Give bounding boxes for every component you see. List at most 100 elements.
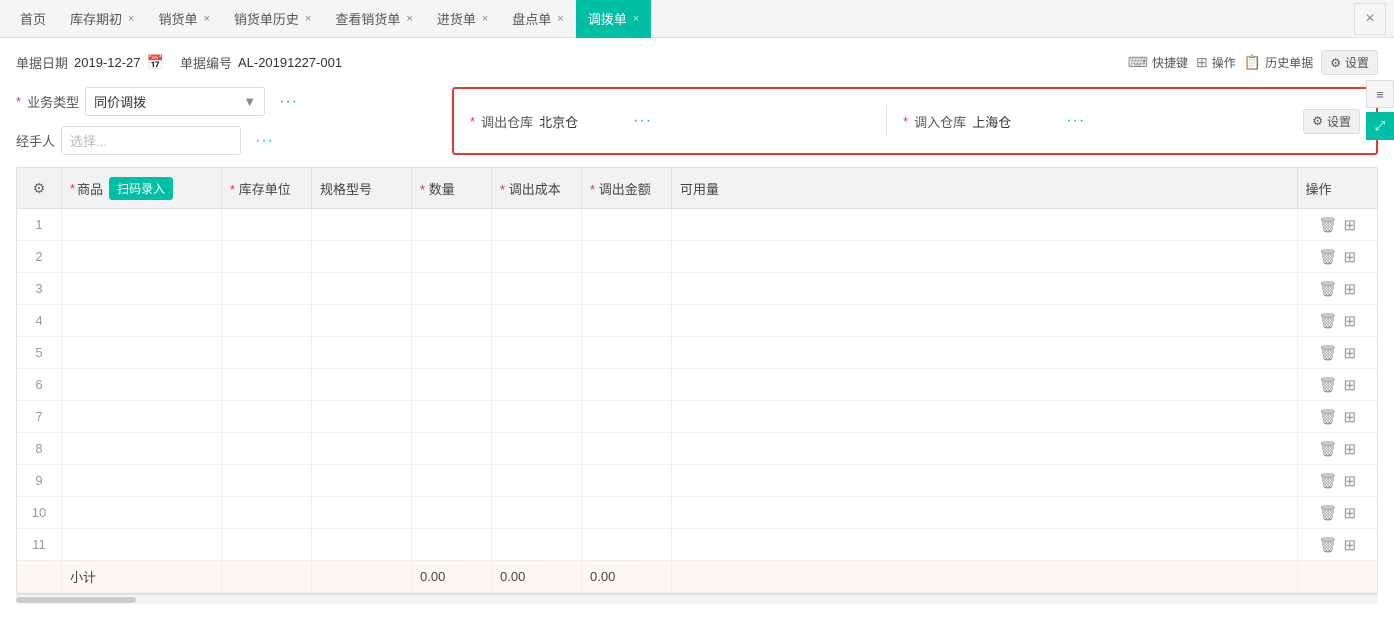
row-unit-1[interactable]: [222, 209, 312, 241]
warehouse-box: * 调出仓库 北京仓 ··· * 调入仓库 上海仓 ··· ⚙ 设置: [452, 87, 1378, 155]
th-cost: * 调出成本: [492, 168, 582, 209]
th-product: * 商品 扫码录入: [62, 168, 222, 209]
row-amount-1[interactable]: [582, 209, 672, 241]
copy-icon-11[interactable]: ⊞: [1343, 536, 1356, 554]
shortcuts-button[interactable]: ⌨ 快捷键: [1128, 54, 1188, 71]
delete-icon-10[interactable]: 🗑: [1318, 504, 1337, 522]
delete-icon-6[interactable]: 🗑: [1318, 376, 1337, 394]
copy-icon-7[interactable]: ⊞: [1343, 408, 1356, 426]
tab-purchase-order[interactable]: 进货单 ×: [425, 0, 500, 38]
copy-icon-6[interactable]: ⊞: [1343, 376, 1356, 394]
table-row: 10 🗑⊞: [17, 497, 1377, 529]
delete-icon-4[interactable]: 🗑: [1318, 312, 1337, 330]
delete-icon-7[interactable]: 🗑: [1318, 408, 1337, 426]
copy-icon-8[interactable]: ⊞: [1343, 440, 1356, 458]
table-gear-button[interactable]: ⚙: [25, 174, 53, 202]
delete-icon-5[interactable]: 🗑: [1318, 344, 1337, 362]
agent-label: 经手人: [16, 131, 55, 150]
calendar-icon[interactable]: 📅: [147, 54, 164, 71]
copy-icon-1[interactable]: ⊞: [1343, 216, 1356, 234]
delete-icon-1[interactable]: 🗑: [1318, 216, 1337, 234]
box-settings-icon: ⚙: [1312, 114, 1323, 128]
required-star-in: *: [903, 114, 908, 129]
copy-icon-2[interactable]: ⊞: [1343, 248, 1356, 266]
tab-inventory-init[interactable]: 库存期初 ×: [58, 0, 146, 38]
th-qty: * 数量: [412, 168, 492, 209]
business-type-value: 同价调拨: [94, 92, 146, 111]
business-type-field: * 业务类型 同价调拨 ▼ ···: [16, 87, 436, 116]
transfer-out-more[interactable]: ···: [633, 112, 652, 130]
items-table: ⚙ * 商品 扫码录入 * 库存单位 规格型号: [17, 168, 1377, 593]
settings-button[interactable]: ⚙ 设置: [1321, 50, 1378, 75]
form-left: * 业务类型 同价调拨 ▼ ··· 经手人 选择... ···: [16, 87, 436, 155]
transfer-in-more[interactable]: ···: [1066, 112, 1085, 130]
window-close-button[interactable]: ×: [1354, 3, 1386, 35]
transfer-out-label: 调出仓库: [481, 112, 533, 131]
sidebar-list-button[interactable]: ≡: [1366, 80, 1394, 108]
delete-icon-3[interactable]: 🗑: [1318, 280, 1337, 298]
agent-select[interactable]: 选择...: [61, 126, 241, 155]
date-field: 单据日期 2019-12-27 📅: [16, 53, 164, 72]
row-action-1: 🗑 ⊞: [1297, 209, 1377, 241]
table-row: 6 🗑⊞: [17, 369, 1377, 401]
tab-close-inventory-check[interactable]: ×: [557, 13, 563, 25]
operations-button[interactable]: ⊞ 操作: [1196, 54, 1236, 71]
shortcuts-icon: ⌨: [1128, 54, 1148, 71]
form-section: * 业务类型 同价调拨 ▼ ··· 经手人 选择... ··· * 调出仓库: [16, 87, 1378, 155]
horizontal-scrollbar[interactable]: [16, 594, 1378, 604]
row-avail-1: [672, 209, 1298, 241]
warehouse-divider: [886, 106, 887, 136]
th-spec: 规格型号: [312, 168, 412, 209]
sidebar-expand-button[interactable]: ⤢: [1366, 112, 1394, 140]
tab-inventory-check[interactable]: 盘点单 ×: [500, 0, 575, 38]
scan-button[interactable]: 扫码录入: [109, 177, 173, 200]
subtotal-amount: 0.00: [582, 561, 672, 593]
business-type-select[interactable]: 同价调拨 ▼: [85, 87, 265, 116]
delete-icon-8[interactable]: 🗑: [1318, 440, 1337, 458]
tab-close-sales-order[interactable]: ×: [203, 13, 209, 25]
copy-icon-10[interactable]: ⊞: [1343, 504, 1356, 522]
agent-more[interactable]: ···: [255, 132, 274, 150]
tab-transfer[interactable]: 调拨单 ×: [576, 0, 651, 38]
th-amount: * 调出金额: [582, 168, 672, 209]
delete-icon-2[interactable]: 🗑: [1318, 248, 1337, 266]
tab-close-sales-history[interactable]: ×: [305, 13, 311, 25]
delete-icon-11[interactable]: 🗑: [1318, 536, 1337, 554]
delete-icon-9[interactable]: 🗑: [1318, 472, 1337, 490]
tab-close-purchase-order[interactable]: ×: [482, 13, 488, 25]
copy-icon-5[interactable]: ⊞: [1343, 344, 1356, 362]
tab-close-transfer[interactable]: ×: [633, 13, 639, 25]
row-product-1[interactable]: [62, 209, 222, 241]
tab-sales-history[interactable]: 销货单历史 ×: [222, 0, 323, 38]
tab-home[interactable]: 首页: [8, 0, 58, 38]
business-type-label: 业务类型: [27, 92, 79, 111]
row-spec-1[interactable]: [312, 209, 412, 241]
tab-view-sales[interactable]: 查看销货单 ×: [323, 0, 424, 38]
row-qty-1[interactable]: [412, 209, 492, 241]
table-row: 5 🗑⊞: [17, 337, 1377, 369]
agent-field: 经手人 选择... ···: [16, 126, 436, 155]
table-section: ⚙ * 商品 扫码录入 * 库存单位 规格型号: [16, 167, 1378, 594]
history-button[interactable]: 📋 历史单据: [1244, 54, 1313, 71]
copy-icon-4[interactable]: ⊞: [1343, 312, 1356, 330]
date-value: 2019-12-27: [74, 55, 141, 70]
transfer-in-value: 上海仓: [972, 112, 1052, 131]
tab-sales-order[interactable]: 销货单 ×: [146, 0, 221, 38]
settings-icon: ⚙: [1330, 56, 1341, 70]
table-row: 11 🗑⊞: [17, 529, 1377, 561]
table-row: 7 🗑⊞: [17, 401, 1377, 433]
copy-icon-9[interactable]: ⊞: [1343, 472, 1356, 490]
business-type-more[interactable]: ···: [279, 93, 298, 111]
table-row: 4 🗑⊞: [17, 305, 1377, 337]
row-cost-1[interactable]: [492, 209, 582, 241]
scroll-thumb[interactable]: [16, 597, 136, 603]
table-header-row: ⚙ * 商品 扫码录入 * 库存单位 规格型号: [17, 168, 1377, 209]
tab-close-view-sales[interactable]: ×: [406, 13, 412, 25]
tab-bar: 首页 库存期初 × 销货单 × 销货单历史 × 查看销货单 × 进货单 × 盘点…: [0, 0, 1394, 38]
tab-close-inventory-init[interactable]: ×: [128, 13, 134, 25]
copy-icon-3[interactable]: ⊞: [1343, 280, 1356, 298]
box-settings-button[interactable]: ⚙ 设置: [1303, 109, 1360, 134]
subtotal-label: 小计: [62, 561, 222, 593]
operations-icon: ⊞: [1196, 54, 1208, 71]
header-row: 单据日期 2019-12-27 📅 单据编号 AL-20191227-001 ⌨…: [16, 50, 1378, 75]
